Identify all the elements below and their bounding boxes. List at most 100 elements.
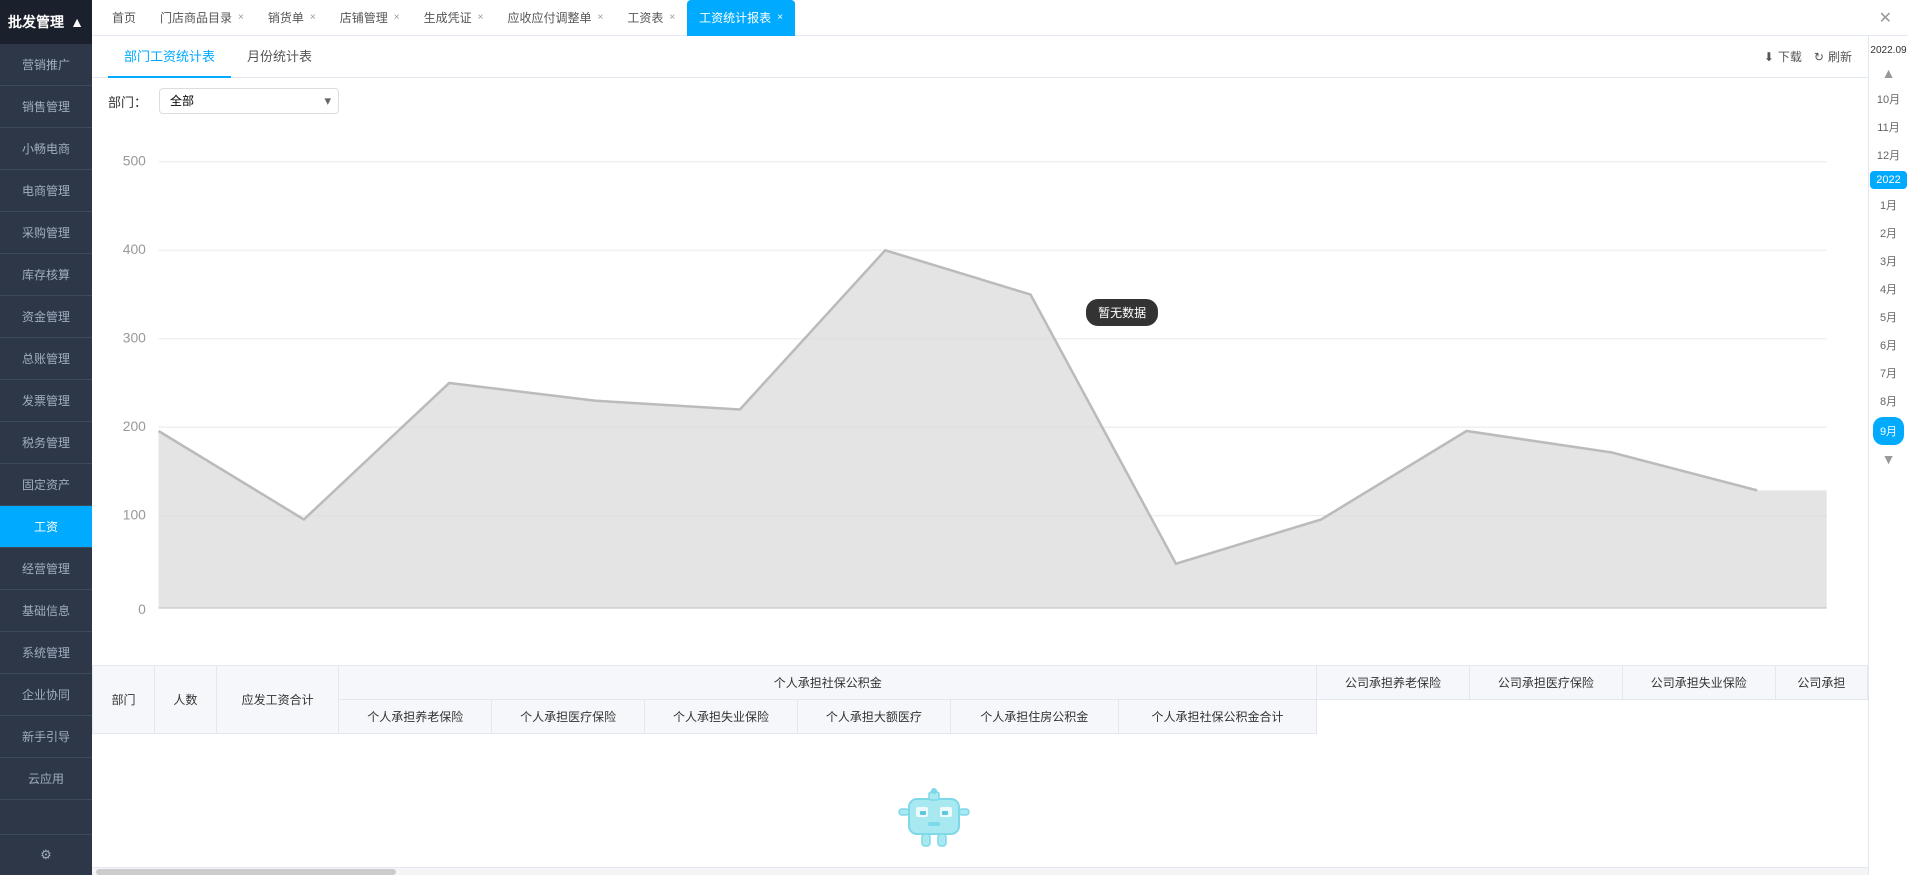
- col-personal-major-med: 个人承担大额医疗: [797, 699, 950, 733]
- dept-filter-select[interactable]: 全部销售部财务部人事部技术部: [159, 88, 339, 114]
- timeline-month-8[interactable]: 8月: [1869, 387, 1908, 415]
- sidebar-item-system[interactable]: 系统管理: [0, 632, 92, 674]
- col-company-medical: 公司承担医疗保险: [1469, 665, 1622, 699]
- tab-salary-report[interactable]: 工资统计报表×: [687, 0, 795, 36]
- tab-label-salary-table: 工资表: [627, 9, 663, 26]
- sidebar-item-purchase[interactable]: 采购管理: [0, 212, 92, 254]
- timeline-month-1[interactable]: 1月: [1869, 191, 1908, 219]
- timeline-up-button[interactable]: ▲: [1878, 61, 1900, 85]
- table-wrapper[interactable]: 部门 人数 应发工资合计 个人承担社保公积金 公司承担养老保险 公司承担医疗保险…: [92, 665, 1868, 867]
- svg-text:0: 0: [138, 601, 146, 617]
- sidebar-title: 批发管理: [8, 12, 64, 32]
- sidebar-item-marketing[interactable]: 营销推广: [0, 44, 92, 86]
- tab-close-salary-table[interactable]: ×: [669, 12, 675, 23]
- sub-tab-dept-stats[interactable]: 部门工资统计表: [108, 36, 231, 78]
- timeline-month-7[interactable]: 7月: [1869, 359, 1908, 387]
- sidebar-item-mini-ecommerce[interactable]: 小畅电商: [0, 128, 92, 170]
- sidebar-item-assets[interactable]: 固定资产: [0, 464, 92, 506]
- gear-icon: ⚙: [40, 847, 52, 862]
- col-dept: 部门: [93, 665, 155, 733]
- sidebar-item-salary[interactable]: 工资: [0, 506, 92, 548]
- tab-close-shop-mgmt[interactable]: ×: [394, 12, 400, 23]
- col-company-unemploy: 公司承担失业保险: [1622, 665, 1775, 699]
- table-area: 部门 人数 应发工资合计 个人承担社保公积金 公司承担养老保险 公司承担医疗保险…: [92, 665, 1868, 875]
- tab-close-sales-order[interactable]: ×: [310, 12, 316, 23]
- timeline-down-button[interactable]: ▼: [1878, 447, 1900, 471]
- sidebar-items: 营销推广销售管理小畅电商电商管理采购管理库存核算资金管理总账管理发票管理税务管理…: [0, 44, 92, 800]
- timeline-month-4[interactable]: 4月: [1869, 275, 1908, 303]
- tab-shop-mgmt[interactable]: 店铺管理 ×: [328, 0, 412, 36]
- sidebar: 批发管理 ▲ 营销推广销售管理小畅电商电商管理采购管理库存核算资金管理总账管理发…: [0, 0, 92, 875]
- sidebar-item-sales[interactable]: 销售管理: [0, 86, 92, 128]
- sidebar-item-cloud[interactable]: 云应用: [0, 758, 92, 800]
- dept-filter-label: 部门：: [108, 92, 147, 111]
- tab-payable[interactable]: 应收应付调整单 ×: [495, 0, 615, 36]
- refresh-label: 刷新: [1828, 48, 1852, 65]
- table-scrollbar[interactable]: [92, 867, 1868, 875]
- chart-area: 500 400 300 200 100 0: [92, 124, 1868, 665]
- salary-table: 部门 人数 应发工资合计 个人承担社保公积金 公司承担养老保险 公司承担医疗保险…: [92, 665, 1868, 867]
- empty-state: 暂无数据: [93, 734, 1776, 867]
- tab-close-salary-report[interactable]: ×: [777, 12, 783, 23]
- col-total-salary: 应发工资合计: [216, 665, 339, 733]
- timeline-month-5[interactable]: 5月: [1869, 303, 1908, 331]
- tab-close-shop-catalog[interactable]: ×: [238, 12, 244, 23]
- sub-tab-actions: ⬇ 下载 ↻ 刷新: [1764, 48, 1852, 65]
- tab-label-home: 首页: [112, 9, 136, 26]
- timeline-month-9[interactable]: 9月: [1873, 417, 1904, 445]
- col-personal-unemploy: 个人承担失业保险: [645, 699, 798, 733]
- tab-home[interactable]: 首页: [100, 0, 148, 36]
- sidebar-item-ecommerce[interactable]: 电商管理: [0, 170, 92, 212]
- tab-close-production-cert[interactable]: ×: [478, 12, 484, 23]
- timeline: 2022.09 ▲ 10月 11月 12月 2022 1月 2月 3月 4月 5…: [1868, 36, 1908, 875]
- sidebar-item-invoice[interactable]: 发票管理: [0, 380, 92, 422]
- sidebar-footer[interactable]: ⚙: [0, 834, 92, 875]
- timeline-year-label: 2022: [1870, 171, 1906, 189]
- scrollbar-thumb[interactable]: [96, 869, 396, 875]
- close-all-tabs-button[interactable]: ✕: [1871, 4, 1900, 32]
- sidebar-item-basic[interactable]: 基础信息: [0, 590, 92, 632]
- timeline-month-11[interactable]: 11月: [1869, 113, 1908, 141]
- chart-tooltip: 暂无数据: [1086, 299, 1158, 326]
- empty-row: 暂无数据: [93, 733, 1868, 867]
- download-icon: ⬇: [1764, 50, 1774, 64]
- sidebar-item-ledger[interactable]: 总账管理: [0, 338, 92, 380]
- tab-label-shop-catalog: 门店商品目录: [160, 9, 232, 26]
- robot-icon: [894, 774, 974, 854]
- tab-salary-table[interactable]: 工资表 ×: [615, 0, 687, 36]
- sidebar-item-operations[interactable]: 经营管理: [0, 548, 92, 590]
- col-company-other: 公司承担: [1775, 665, 1867, 699]
- tab-bar: 首页门店商品目录×销货单×店铺管理×生成凭证×应收应付调整单×工资表×工资统计报…: [92, 0, 1908, 36]
- timeline-month-3[interactable]: 3月: [1869, 247, 1908, 275]
- area-chart: 500 400 300 200 100 0: [108, 134, 1852, 665]
- sidebar-item-enterprise[interactable]: 企业协同: [0, 674, 92, 716]
- tab-close-payable[interactable]: ×: [597, 12, 603, 23]
- tab-production-cert[interactable]: 生成凭证 ×: [412, 0, 496, 36]
- svg-text:200: 200: [123, 418, 146, 434]
- tab-label-shop-mgmt: 店铺管理: [340, 9, 388, 26]
- tab-sales-order[interactable]: 销货单×: [256, 0, 328, 36]
- sub-tabs: 部门工资统计表月份统计表 ⬇ 下载 ↻ 刷新: [92, 36, 1868, 78]
- col-count: 人数: [154, 665, 216, 733]
- timeline-month-12[interactable]: 12月: [1869, 141, 1908, 169]
- col-personal-group: 个人承担社保公积金: [339, 665, 1317, 699]
- tab-label-payable: 应收应付调整单: [507, 9, 591, 26]
- refresh-button[interactable]: ↻ 刷新: [1814, 48, 1852, 65]
- sidebar-item-tax[interactable]: 税务管理: [0, 422, 92, 464]
- sidebar-item-inventory[interactable]: 库存核算: [0, 254, 92, 296]
- sidebar-item-guide[interactable]: 新手引导: [0, 716, 92, 758]
- dept-filter-wrapper: 全部销售部财务部人事部技术部: [159, 88, 339, 114]
- download-button[interactable]: ⬇ 下载: [1764, 48, 1802, 65]
- svg-text:400: 400: [123, 241, 146, 257]
- timeline-month-2[interactable]: 2月: [1869, 219, 1908, 247]
- timeline-month-6[interactable]: 6月: [1869, 331, 1908, 359]
- sidebar-header[interactable]: 批发管理 ▲: [0, 0, 92, 44]
- page-content: 部门工资统计表月份统计表 ⬇ 下载 ↻ 刷新 部门： 全部销售部财务部人事部技术…: [92, 36, 1868, 875]
- svg-text:100: 100: [123, 506, 146, 522]
- tab-shop-catalog[interactable]: 门店商品目录 ×: [148, 0, 256, 36]
- col-personal-housing: 个人承担住房公积金: [950, 699, 1118, 733]
- tab-label-production-cert: 生成凭证: [424, 9, 472, 26]
- timeline-month-10[interactable]: 10月: [1869, 85, 1908, 113]
- sub-tab-month-stats[interactable]: 月份统计表: [231, 36, 328, 78]
- sidebar-item-finance[interactable]: 资金管理: [0, 296, 92, 338]
